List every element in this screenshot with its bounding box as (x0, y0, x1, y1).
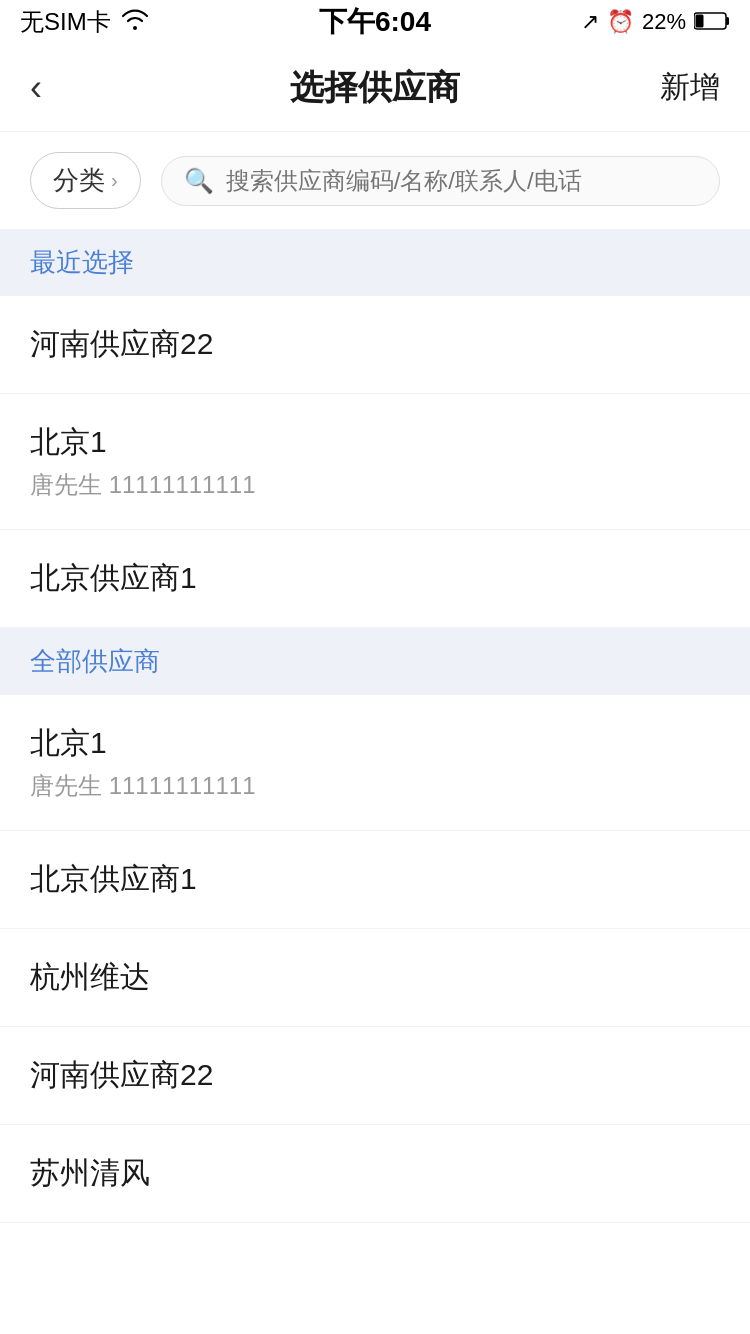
item-sub: 唐先生 11111111111 (30, 469, 720, 501)
chevron-right-icon: › (111, 169, 118, 192)
nav-bar: ‹ 选择供应商 新增 (0, 44, 750, 132)
all-section-label: 全部供应商 (30, 646, 160, 676)
item-name: 北京1 (30, 422, 720, 463)
add-button[interactable]: 新增 (660, 67, 720, 108)
item-sub: 唐先生 11111111111 (30, 770, 720, 802)
item-name: 北京1 (30, 723, 720, 764)
battery-icon (694, 8, 730, 36)
search-icon: 🔍 (184, 167, 214, 195)
wifi-icon (121, 8, 149, 36)
alarm-icon: ⏰ (607, 9, 634, 35)
location-icon: ↗ (581, 9, 599, 35)
item-name: 苏州清风 (30, 1153, 720, 1194)
item-name: 河南供应商22 (30, 324, 720, 365)
item-name: 北京供应商1 (30, 859, 720, 900)
list-item[interactable]: 北京1 唐先生 11111111111 (0, 695, 750, 831)
list-item[interactable]: 河南供应商22 (0, 1027, 750, 1125)
carrier-text: 无SIM卡 (20, 6, 111, 38)
search-input[interactable] (226, 167, 697, 195)
item-name: 北京供应商1 (30, 558, 720, 599)
search-box[interactable]: 🔍 (161, 156, 720, 206)
status-left: 无SIM卡 (20, 6, 149, 38)
recent-section-label: 最近选择 (30, 247, 134, 277)
category-button[interactable]: 分类 › (30, 152, 141, 209)
filter-bar: 分类 › 🔍 (0, 132, 750, 229)
list-item[interactable]: 河南供应商22 (0, 296, 750, 394)
item-name: 河南供应商22 (30, 1055, 720, 1096)
status-bar: 无SIM卡 下午6:04 ↗ ⏰ 22% (0, 0, 750, 44)
status-time: 下午6:04 (319, 3, 431, 41)
list-item[interactable]: 杭州维达 (0, 929, 750, 1027)
svg-rect-1 (726, 17, 729, 25)
back-button[interactable]: ‹ (30, 67, 90, 109)
item-name: 杭州维达 (30, 957, 720, 998)
status-right: ↗ ⏰ 22% (581, 8, 730, 36)
all-section-header: 全部供应商 (0, 628, 750, 695)
list-item[interactable]: 苏州清风 (0, 1125, 750, 1223)
battery-text: 22% (642, 9, 686, 35)
recent-section-header: 最近选择 (0, 229, 750, 296)
list-item[interactable]: 北京供应商1 (0, 530, 750, 628)
svg-rect-2 (696, 15, 704, 28)
list-item[interactable]: 北京供应商1 (0, 831, 750, 929)
list-item[interactable]: 北京1 唐先生 11111111111 (0, 394, 750, 530)
all-items-list: 北京1 唐先生 11111111111 北京供应商1 杭州维达河南供应商22 苏州清风 (0, 695, 750, 1223)
recent-items-list: 河南供应商22 北京1 唐先生 11111111111 北京供应商1 (0, 296, 750, 628)
category-label: 分类 (53, 163, 105, 198)
page-title: 选择供应商 (290, 65, 460, 111)
